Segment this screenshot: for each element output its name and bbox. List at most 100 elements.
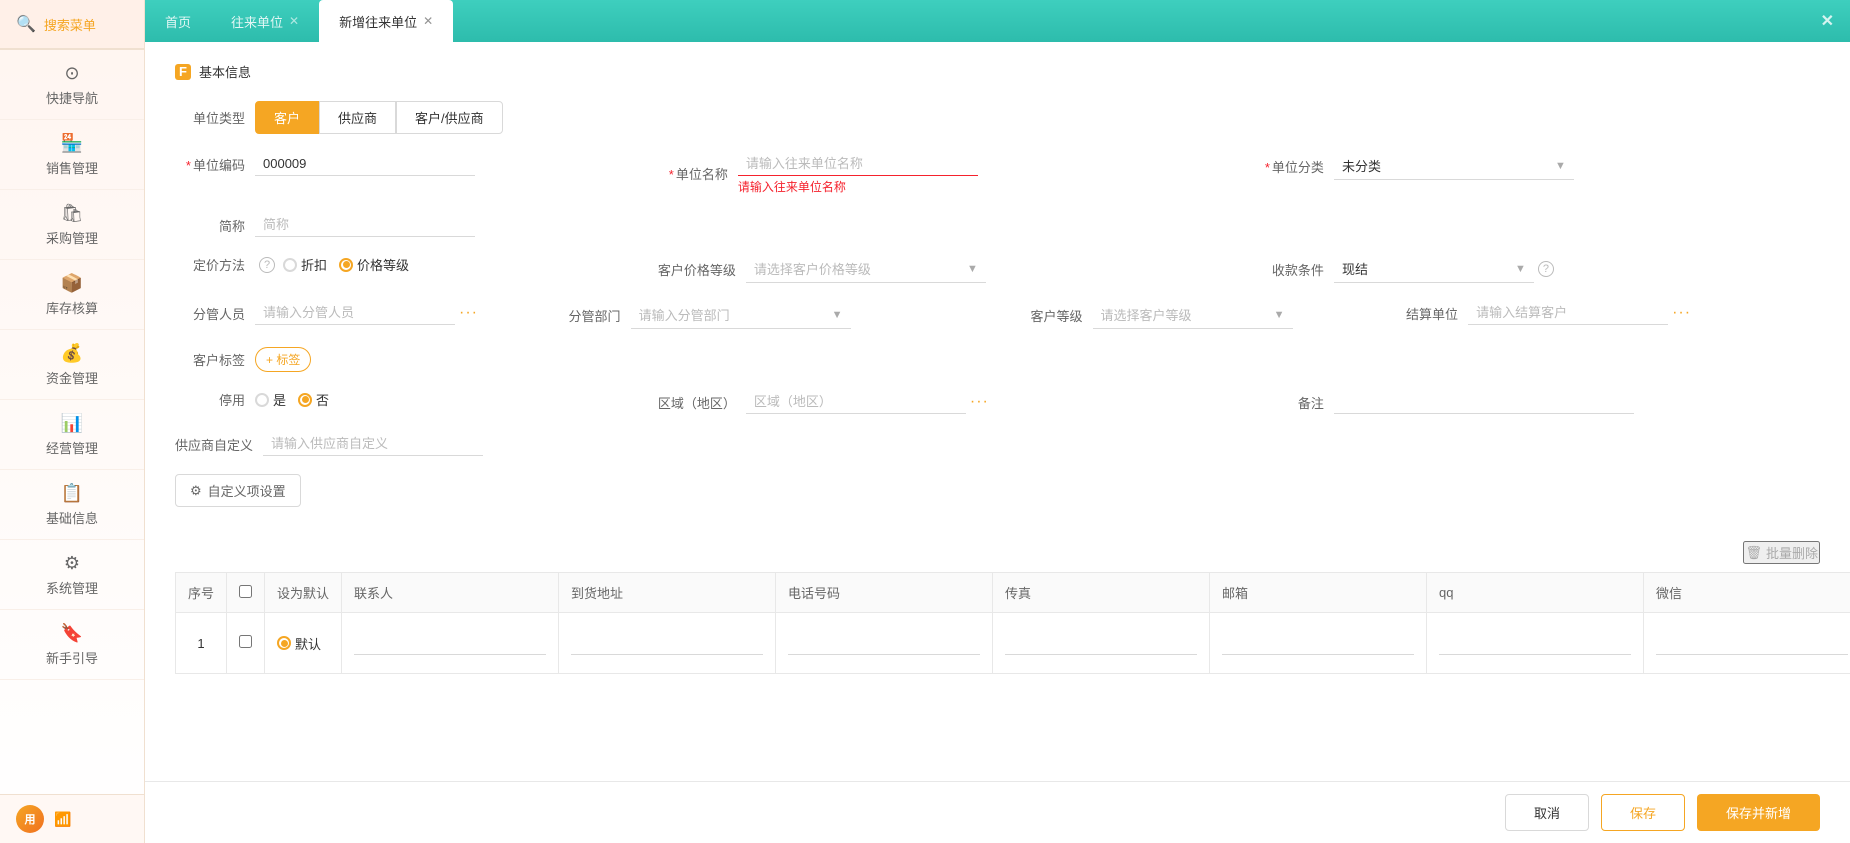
sidebar-item-purchase[interactable]: 🛍 采购管理 xyxy=(0,190,144,260)
tab-home[interactable]: 首页 xyxy=(145,0,211,42)
disable-region-row: 停用 是 否 区域（地区） xyxy=(175,390,1820,414)
sidebar-item-guide[interactable]: 🔖 新手引导 xyxy=(0,610,144,680)
cell-fax xyxy=(993,613,1210,674)
dept-label: 分管部门 xyxy=(551,306,631,325)
save-and-add-button[interactable]: 保存并新增 xyxy=(1697,794,1820,831)
sidebar-item-finance[interactable]: 💰 资金管理 xyxy=(0,330,144,400)
dept-select[interactable]: 请输入分管部门 ▼ xyxy=(631,301,851,329)
pricing-help-icon[interactable]: ? xyxy=(259,257,275,273)
unit-code-label: 单位编码 xyxy=(175,155,255,174)
unit-category-label: 单位分类 xyxy=(1254,157,1334,176)
price-level-chevron-icon: ▼ xyxy=(967,263,978,275)
form-footer: 取消 保存 保存并新增 xyxy=(145,781,1850,843)
search-icon: 🔍 xyxy=(16,14,36,34)
cell-seq: 1 xyxy=(176,613,227,674)
address-input[interactable] xyxy=(571,631,763,655)
default-radio-item[interactable]: 默认 xyxy=(277,634,329,653)
abbr-label: 简称 xyxy=(175,216,255,235)
sidebar-item-inventory[interactable]: 📦 库存核算 xyxy=(0,260,144,330)
unit-name-input[interactable] xyxy=(738,152,978,176)
qq-input[interactable] xyxy=(1439,631,1631,655)
batch-delete-icon: 🗑 xyxy=(1745,545,1762,561)
customer-level-select[interactable]: 请选择客户等级 ▼ xyxy=(1093,301,1293,329)
sidebar-search-label: 搜索菜单 xyxy=(44,15,96,34)
select-all-checkbox[interactable] xyxy=(239,585,252,598)
payment-condition-value: 现结 xyxy=(1342,259,1511,278)
phone-input[interactable] xyxy=(788,631,980,655)
unit-type-field: 单位类型 客户 供应商 客户/供应商 xyxy=(175,101,1820,134)
supplier-custom-input[interactable] xyxy=(263,432,483,456)
payment-condition-select[interactable]: 现结 ▼ xyxy=(1334,255,1534,283)
cancel-button[interactable]: 取消 xyxy=(1505,794,1589,831)
region-more-button[interactable]: ··· xyxy=(966,393,993,411)
tab-bar: 首页 往来单位 ✕ 新增往来单位 ✕ ✕ xyxy=(145,0,1850,42)
sidebar-item-operations[interactable]: 📊 经营管理 xyxy=(0,400,144,470)
payment-help-icon[interactable]: ? xyxy=(1538,261,1554,277)
tab-new-partner-close[interactable]: ✕ xyxy=(423,15,433,27)
disable-radio-yes[interactable]: 是 xyxy=(255,390,286,409)
cell-address xyxy=(559,613,776,674)
pricing-field: 定价方法 ? 折扣 价格等级 xyxy=(175,255,628,274)
save-button[interactable]: 保存 xyxy=(1601,794,1685,831)
settlement-unit-field: 结算单位 ··· xyxy=(1388,301,1820,325)
manager-row: 分管人员 ··· 分管部门 请输入分管部门 ▼ 客户等级 请选择客户等级 xyxy=(175,301,1820,329)
manager-input[interactable] xyxy=(255,301,455,325)
payment-chevron-icon: ▼ xyxy=(1515,263,1526,275)
sidebar-item-basic[interactable]: 📋 基础信息 xyxy=(0,470,144,540)
global-close-button[interactable]: ✕ xyxy=(1821,11,1834,31)
unit-type-label: 单位类型 xyxy=(175,108,255,127)
pricing-discount-circle xyxy=(283,258,297,272)
pricing-radio-level[interactable]: 价格等级 xyxy=(339,255,409,274)
tab-new-partner[interactable]: 新增往来单位 ✕ xyxy=(319,0,453,42)
row-checkbox[interactable] xyxy=(239,635,252,648)
cell-check xyxy=(227,613,265,674)
sidebar-item-sales[interactable]: 🏪 销售管理 xyxy=(0,120,144,190)
settlement-unit-input[interactable] xyxy=(1468,301,1668,325)
email-input[interactable] xyxy=(1222,631,1414,655)
section-title: 基本信息 xyxy=(199,62,251,81)
disable-radio-no[interactable]: 否 xyxy=(298,390,329,409)
contact-input[interactable] xyxy=(354,631,546,655)
add-tag-button[interactable]: + 标签 xyxy=(255,347,311,372)
customer-level-placeholder: 请选择客户等级 xyxy=(1101,305,1270,324)
disable-no-circle xyxy=(298,393,312,407)
custom-settings-button[interactable]: ⚙ 自定义项设置 xyxy=(175,474,301,507)
abbr-row: 简称 xyxy=(175,213,1820,237)
region-input[interactable] xyxy=(746,390,966,414)
sidebar-search[interactable]: 🔍 搜索菜单 xyxy=(0,0,144,50)
settlement-more-button[interactable]: ··· xyxy=(1668,304,1695,322)
region-label: 区域（地区） xyxy=(658,393,746,412)
unit-code-input[interactable] xyxy=(255,152,475,176)
customer-price-level-select[interactable]: 请选择客户价格等级 ▼ xyxy=(746,255,986,283)
section-icon: F xyxy=(175,64,191,80)
basic-icon: 📋 xyxy=(61,482,83,504)
col-email: 邮箱 xyxy=(1210,573,1427,613)
tab-partners-close[interactable]: ✕ xyxy=(289,15,299,27)
abbr-input[interactable] xyxy=(255,213,475,237)
unit-name-error: 请输入往来单位名称 xyxy=(738,178,1224,195)
remark-input[interactable] xyxy=(1334,390,1634,414)
manager-field: 分管人员 ··· xyxy=(175,301,521,325)
wechat-input[interactable] xyxy=(1656,631,1848,655)
supplier-custom-label: 供应商自定义 xyxy=(175,435,263,454)
customer-price-level-label: 客户价格等级 xyxy=(658,260,746,279)
dept-field: 分管部门 请输入分管部门 ▼ xyxy=(551,301,983,329)
manager-more-button[interactable]: ··· xyxy=(455,304,482,322)
type-btn-customer[interactable]: 客户 xyxy=(255,101,319,134)
fax-input[interactable] xyxy=(1005,631,1197,655)
type-btn-both[interactable]: 客户/供应商 xyxy=(396,101,503,134)
type-btn-supplier[interactable]: 供应商 xyxy=(319,101,396,134)
customer-level-chevron-icon: ▼ xyxy=(1274,309,1285,321)
default-radio-circle xyxy=(277,636,291,650)
unit-category-select[interactable]: 未分类 ▼ xyxy=(1334,152,1574,180)
cell-qq xyxy=(1427,613,1644,674)
pricing-radio-discount[interactable]: 折扣 xyxy=(283,255,327,274)
col-default: 设为默认 xyxy=(265,573,342,613)
tab-partners[interactable]: 往来单位 ✕ xyxy=(211,0,319,42)
batch-delete-button[interactable]: 🗑 批量删除 xyxy=(1743,541,1820,564)
pricing-level-circle xyxy=(339,258,353,272)
sidebar-item-nav[interactable]: ⊙ 快捷导航 xyxy=(0,50,144,120)
sidebar-item-system[interactable]: ⚙ 系统管理 xyxy=(0,540,144,610)
customer-level-label: 客户等级 xyxy=(1013,306,1093,325)
form-content: F 基本信息 单位类型 客户 供应商 客户/供应商 单位编 xyxy=(145,42,1850,781)
